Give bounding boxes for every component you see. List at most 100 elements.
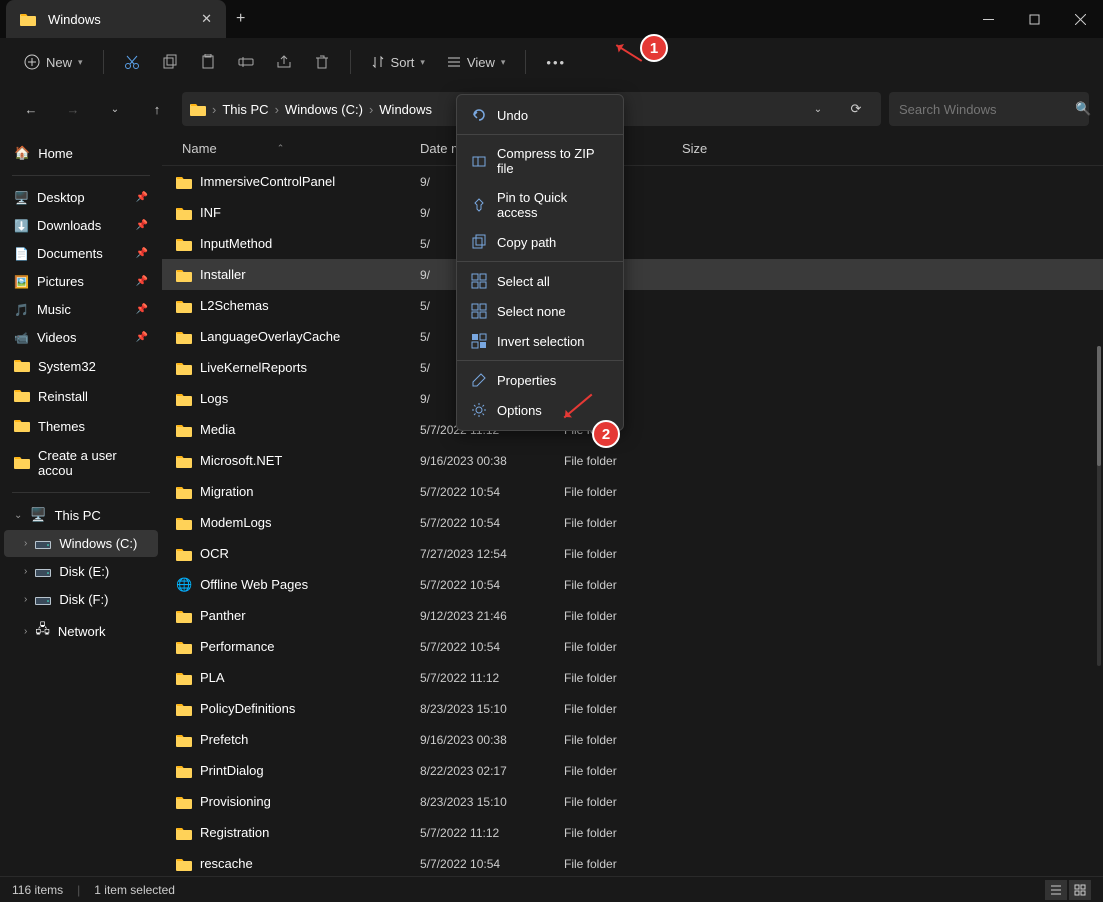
cut-button[interactable] bbox=[116, 45, 148, 79]
file-row[interactable]: Performance5/7/2022 10:54File folder bbox=[162, 631, 1103, 662]
file-row[interactable]: L2Schemas5/ bbox=[162, 290, 1103, 321]
icon bbox=[14, 358, 30, 375]
chevron-right-icon: › bbox=[24, 566, 27, 577]
file-list[interactable]: ImmersiveControlPanel9/INF9/InputMethod5… bbox=[162, 166, 1103, 876]
sidebar-quick-pictures[interactable]: 🖼️Pictures📌 bbox=[4, 268, 158, 295]
new-tab-button[interactable]: + bbox=[236, 10, 245, 28]
search-box[interactable]: 🔍 bbox=[889, 92, 1089, 126]
ctx-undo[interactable]: Undo bbox=[457, 100, 623, 130]
folder-icon bbox=[176, 175, 192, 189]
minimize-button[interactable] bbox=[965, 0, 1011, 38]
file-row[interactable]: Provisioning8/23/2023 15:10File folder bbox=[162, 786, 1103, 817]
back-button[interactable]: ← bbox=[14, 92, 48, 126]
sidebar-network[interactable]: › 🖧 Network bbox=[4, 614, 158, 648]
new-button[interactable]: New ▾ bbox=[16, 45, 91, 79]
crumb-thispc[interactable]: This PC bbox=[222, 102, 268, 117]
ctx-options[interactable]: Options bbox=[457, 395, 623, 425]
sidebar-quick-create-a-user-accou[interactable]: Create a user accou bbox=[4, 442, 158, 484]
view-button[interactable]: View ▾ bbox=[439, 45, 513, 79]
sidebar-drive-2[interactable]: ›Disk (F:) bbox=[4, 586, 158, 613]
search-input[interactable] bbox=[899, 102, 1075, 117]
copy-button[interactable] bbox=[154, 45, 186, 79]
col-size[interactable]: Size bbox=[682, 141, 742, 156]
maximize-button[interactable] bbox=[1011, 0, 1057, 38]
file-row[interactable]: PolicyDefinitions8/23/2023 15:10File fol… bbox=[162, 693, 1103, 724]
sidebar-quick-reinstall[interactable]: Reinstall bbox=[4, 382, 158, 411]
sidebar-quick-music[interactable]: 🎵Music📌 bbox=[4, 296, 158, 323]
sidebar-drive-1[interactable]: ›Disk (E:) bbox=[4, 558, 158, 585]
file-row[interactable]: ImmersiveControlPanel9/ bbox=[162, 166, 1103, 197]
folder-icon bbox=[176, 361, 192, 375]
file-name: Installer bbox=[200, 267, 246, 282]
ctx-select-all[interactable]: Select all bbox=[457, 266, 623, 296]
file-type: File folder bbox=[564, 578, 682, 592]
details-view-button[interactable] bbox=[1045, 880, 1067, 900]
forward-button[interactable]: → bbox=[56, 92, 90, 126]
paste-button[interactable] bbox=[192, 45, 224, 79]
sidebar-thispc[interactable]: ⌄ 🖥️ This PC bbox=[4, 501, 158, 529]
folder-icon bbox=[176, 392, 192, 406]
file-row[interactable]: 🌐Offline Web Pages5/7/2022 10:54File fol… bbox=[162, 569, 1103, 600]
window-tab[interactable]: Windows ✕ bbox=[6, 0, 226, 38]
delete-button[interactable] bbox=[306, 45, 338, 79]
ctx-select-none[interactable]: Select none bbox=[457, 296, 623, 326]
crumb-folder[interactable]: Windows bbox=[379, 102, 432, 117]
file-row[interactable]: Registration5/7/2022 11:12File folder bbox=[162, 817, 1103, 848]
sidebar-quick-themes[interactable]: Themes bbox=[4, 412, 158, 441]
refresh-button[interactable]: ⟳ bbox=[839, 92, 873, 126]
up-chevron-button[interactable]: ⌄ bbox=[98, 92, 132, 126]
ctx-invert-selection[interactable]: Invert selection bbox=[457, 326, 623, 356]
crumb-drive[interactable]: Windows (C:) bbox=[285, 102, 363, 117]
file-row[interactable]: Prefetch9/16/2023 00:38File folder bbox=[162, 724, 1103, 755]
file-type: File folder bbox=[564, 640, 682, 654]
file-row[interactable]: Migration5/7/2022 10:54File folder bbox=[162, 476, 1103, 507]
col-name[interactable]: Name⌃ bbox=[162, 141, 420, 156]
file-row[interactable]: Panther9/12/2023 21:46File folder bbox=[162, 600, 1103, 631]
file-row[interactable]: OCR7/27/2023 12:54File folder bbox=[162, 538, 1103, 569]
icon: 🎵 bbox=[14, 303, 29, 317]
ctx-pin-to-quick-access[interactable]: Pin to Quick access bbox=[457, 183, 623, 227]
thumbnails-view-button[interactable] bbox=[1069, 880, 1091, 900]
sidebar-quick-videos[interactable]: 📹Videos📌 bbox=[4, 324, 158, 351]
file-row[interactable]: Media5/7/2022 11:12File folder bbox=[162, 414, 1103, 445]
ctx-copy-path[interactable]: Copy path bbox=[457, 227, 623, 257]
context-menu: Undo Compress to ZIP filePin to Quick acc… bbox=[456, 94, 624, 431]
close-button[interactable] bbox=[1057, 0, 1103, 38]
icon: 🖼️ bbox=[14, 275, 29, 289]
sidebar-quick-downloads[interactable]: ⬇️Downloads📌 bbox=[4, 212, 158, 239]
file-row[interactable]: Microsoft.NET9/16/2023 00:38File folder bbox=[162, 445, 1103, 476]
addr-dropdown-button[interactable]: ⌄ bbox=[801, 92, 835, 126]
rename-button[interactable] bbox=[230, 45, 262, 79]
share-button[interactable] bbox=[268, 45, 300, 79]
close-tab-icon[interactable]: ✕ bbox=[201, 11, 212, 27]
file-row[interactable]: InputMethod5/ bbox=[162, 228, 1103, 259]
file-date: 5/7/2022 10:54 bbox=[420, 516, 564, 530]
more-button[interactable]: ••• bbox=[538, 45, 574, 79]
up-button[interactable]: ↑ bbox=[140, 92, 174, 126]
ctx-properties[interactable]: Properties bbox=[457, 365, 623, 395]
file-row[interactable]: rescache5/7/2022 10:54File folder bbox=[162, 848, 1103, 876]
file-row[interactable]: LiveKernelReports5/ bbox=[162, 352, 1103, 383]
ctx-compress-to-zip-file[interactable]: Compress to ZIP file bbox=[457, 139, 623, 183]
file-row[interactable]: Installer9/er bbox=[162, 259, 1103, 290]
file-row[interactable]: Logs9/ bbox=[162, 383, 1103, 414]
status-count: 116 items bbox=[12, 883, 63, 897]
file-row[interactable]: INF9/ bbox=[162, 197, 1103, 228]
file-row[interactable]: PrintDialog8/22/2023 02:17File folder bbox=[162, 755, 1103, 786]
file-row[interactable]: ModemLogs5/7/2022 10:54File folder bbox=[162, 507, 1103, 538]
sidebar-drive-0[interactable]: ›Windows (C:) bbox=[4, 530, 158, 557]
sidebar-home[interactable]: 🏠 Home bbox=[4, 139, 158, 167]
props-icon bbox=[471, 372, 487, 388]
sidebar-quick-desktop[interactable]: 🖥️Desktop📌 bbox=[4, 184, 158, 211]
scrollbar[interactable] bbox=[1097, 346, 1101, 666]
file-row[interactable]: PLA5/7/2022 11:12File folder bbox=[162, 662, 1103, 693]
sidebar-quick-documents[interactable]: 📄Documents📌 bbox=[4, 240, 158, 267]
sidebar-quick-system32[interactable]: System32 bbox=[4, 352, 158, 381]
file-name: Registration bbox=[200, 825, 269, 840]
file-row[interactable]: LanguageOverlayCache5/ bbox=[162, 321, 1103, 352]
view-icon bbox=[447, 55, 461, 69]
folder-icon bbox=[176, 268, 192, 282]
share-icon bbox=[276, 54, 292, 70]
icon bbox=[14, 455, 30, 472]
sort-button[interactable]: Sort ▾ bbox=[363, 45, 433, 79]
